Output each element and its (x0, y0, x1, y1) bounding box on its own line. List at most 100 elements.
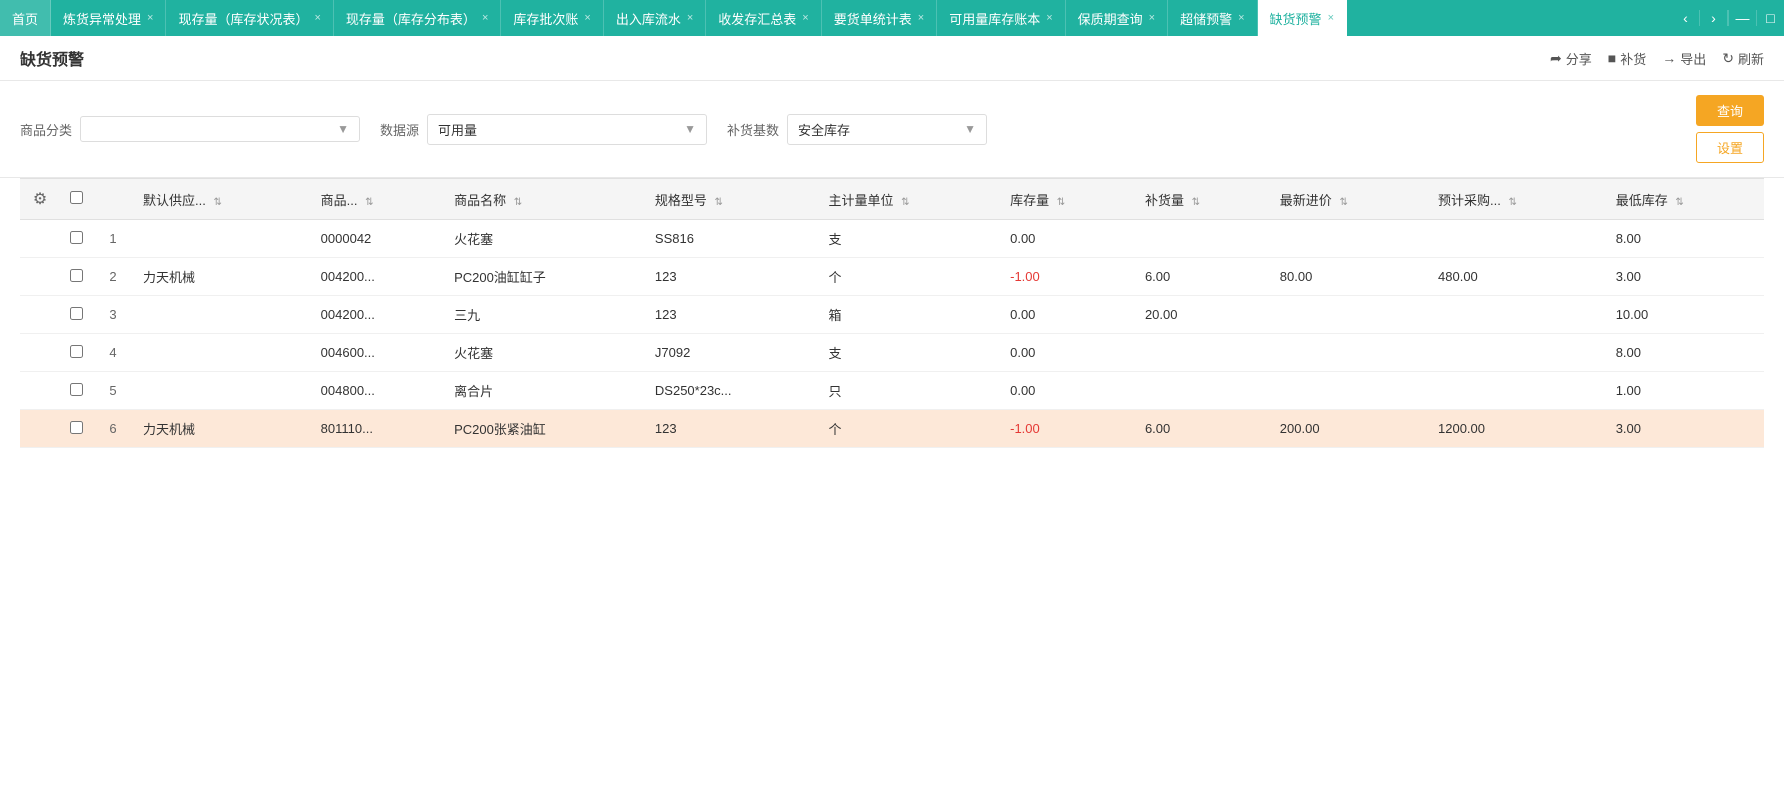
nav-tab-inventory-status[interactable]: 现存量（库存状况表）× (166, 0, 333, 36)
row-checkbox-cell[interactable] (60, 334, 93, 372)
row-checkbox-4[interactable] (70, 383, 83, 396)
select-all-checkbox[interactable] (70, 191, 83, 204)
export-button[interactable]: → 导出 (1662, 49, 1706, 68)
row-checkbox-0[interactable] (70, 231, 83, 244)
replenish-base-label: 补货基数 (727, 120, 779, 139)
th-stock[interactable]: 库存量 ⇅ (1000, 179, 1135, 220)
nav-tab-close-inventory-dist[interactable]: × (482, 12, 488, 24)
nav-controls: ‹ › — □ (1672, 10, 1784, 26)
table-row: 1 0000042 火花塞 SS816 支 0.00 8.00 (20, 220, 1764, 258)
nav-tab-close-overstock[interactable]: × (1238, 12, 1244, 24)
spec-sort-icon: ⇅ (715, 197, 723, 208)
nav-tab-close-shortage[interactable]: × (1328, 12, 1334, 24)
nav-prev-arrow[interactable]: ‹ (1672, 10, 1700, 26)
settings-button[interactable]: 设置 (1696, 132, 1764, 163)
nav-minimize-btn[interactable]: — (1728, 10, 1756, 26)
nav-tab-close-inventory-status[interactable]: × (314, 12, 320, 24)
nav-tab-close-available-ledger[interactable]: × (1046, 12, 1052, 24)
replenish-button[interactable]: ■ 补货 (1608, 49, 1646, 68)
nav-tab-close-abnormal[interactable]: × (147, 12, 153, 24)
row-supplier (133, 296, 311, 334)
row-latest-price (1270, 296, 1428, 334)
nav-tab-available-ledger[interactable]: 可用量库存账本× (937, 0, 1065, 36)
row-index: 2 (93, 258, 133, 296)
row-min-stock: 1.00 (1606, 372, 1764, 410)
nav-tab-order-stats[interactable]: 要货单统计表× (822, 0, 937, 36)
row-index: 6 (93, 410, 133, 448)
th-spec[interactable]: 规格型号 ⇅ (645, 179, 819, 220)
top-navigation: 首页炼货异常处理×现存量（库存状况表）×现存量（库存分布表）×库存批次账×出入库… (0, 0, 1784, 36)
nav-tab-abnormal[interactable]: 炼货异常处理× (51, 0, 166, 36)
row-goods-code: 0000042 (311, 220, 444, 258)
row-latest-price (1270, 372, 1428, 410)
th-goods-code[interactable]: 商品... ⇅ (311, 179, 444, 220)
th-supplier[interactable]: 默认供应... ⇅ (133, 179, 311, 220)
row-checkbox-1[interactable] (70, 269, 83, 282)
th-goods-name[interactable]: 商品名称 ⇅ (444, 179, 645, 220)
row-replenish: 6.00 (1135, 258, 1270, 296)
row-checkbox-2[interactable] (70, 307, 83, 320)
nav-maximize-btn[interactable]: □ (1756, 10, 1784, 26)
row-checkbox-cell[interactable] (60, 220, 93, 258)
stock-sort-icon: ⇅ (1057, 197, 1065, 208)
nav-tab-home[interactable]: 首页 (0, 0, 51, 36)
th-replenish[interactable]: 补货量 ⇅ (1135, 179, 1270, 220)
nav-tab-close-order-stats[interactable]: × (918, 12, 924, 24)
nav-tab-shortage[interactable]: 缺货预警× (1258, 0, 1347, 36)
nav-tab-close-batch-account[interactable]: × (584, 12, 590, 24)
row-min-stock: 8.00 (1606, 220, 1764, 258)
nav-tab-inout-flow[interactable]: 出入库流水× (604, 0, 706, 36)
row-spec: DS250*23c... (645, 372, 819, 410)
row-unit: 支 (819, 220, 1001, 258)
row-index: 4 (93, 334, 133, 372)
nav-tab-collect-summary[interactable]: 收发存汇总表× (706, 0, 821, 36)
row-supplier (133, 372, 311, 410)
nav-tab-expiry[interactable]: 保质期查询× (1066, 0, 1168, 36)
row-min-stock: 3.00 (1606, 410, 1764, 448)
th-unit[interactable]: 主计量单位 ⇅ (819, 179, 1001, 220)
supplier-sort-icon: ⇅ (213, 197, 221, 208)
replenish-base-select[interactable]: 安全库存 ▼ (787, 114, 987, 145)
category-select[interactable]: ▼ (80, 116, 360, 142)
nav-tab-close-collect-summary[interactable]: × (802, 12, 808, 24)
row-spec: SS816 (645, 220, 819, 258)
replenish-base-filter-group: 补货基数 安全库存 ▼ (727, 114, 987, 145)
nav-tab-overstock[interactable]: 超储预警× (1168, 0, 1257, 36)
nav-tab-close-expiry[interactable]: × (1149, 12, 1155, 24)
row-gear-cell (20, 334, 60, 372)
table-row: 4 004600... 火花塞 J7092 支 0.00 8.00 (20, 334, 1764, 372)
row-goods-name: 三九 (444, 296, 645, 334)
datasource-label: 数据源 (380, 120, 419, 139)
page-title: 缺货预警 (20, 46, 84, 70)
table-row: 2 力天机械 004200... PC200油缸缸子 123 个 -1.00 6… (20, 258, 1764, 296)
row-replenish: 6.00 (1135, 410, 1270, 448)
share-button[interactable]: ➦ 分享 (1550, 49, 1592, 68)
nav-tab-inventory-dist[interactable]: 现存量（库存分布表）× (334, 0, 501, 36)
row-unit: 个 (819, 410, 1001, 448)
row-checkbox-cell[interactable] (60, 258, 93, 296)
row-replenish (1135, 372, 1270, 410)
row-checkbox-cell[interactable] (60, 372, 93, 410)
refresh-button[interactable]: ↻ 刷新 (1722, 49, 1764, 68)
row-replenish: 20.00 (1135, 296, 1270, 334)
row-stock: -1.00 (1000, 410, 1135, 448)
row-checkbox-3[interactable] (70, 345, 83, 358)
row-gear-cell (20, 410, 60, 448)
th-latest-price[interactable]: 最新进价 ⇅ (1270, 179, 1428, 220)
datasource-select[interactable]: 可用量 ▼ (427, 114, 707, 145)
share-icon: ➦ (1550, 50, 1562, 67)
th-expected-purchase[interactable]: 预计采购... ⇅ (1428, 179, 1606, 220)
nav-tab-batch-account[interactable]: 库存批次账× (501, 0, 603, 36)
nav-tab-close-inout-flow[interactable]: × (687, 12, 693, 24)
row-goods-code: 004600... (311, 334, 444, 372)
th-min-stock[interactable]: 最低库存 ⇅ (1606, 179, 1764, 220)
row-goods-code: 801110... (311, 410, 444, 448)
query-button[interactable]: 查询 (1696, 95, 1764, 126)
row-gear-cell (20, 220, 60, 258)
th-gear[interactable]: ⚙ (20, 179, 60, 220)
row-checkbox-cell[interactable] (60, 410, 93, 448)
row-supplier (133, 334, 311, 372)
row-checkbox-cell[interactable] (60, 296, 93, 334)
row-checkbox-5[interactable] (70, 421, 83, 434)
nav-next-arrow[interactable]: › (1700, 10, 1728, 26)
